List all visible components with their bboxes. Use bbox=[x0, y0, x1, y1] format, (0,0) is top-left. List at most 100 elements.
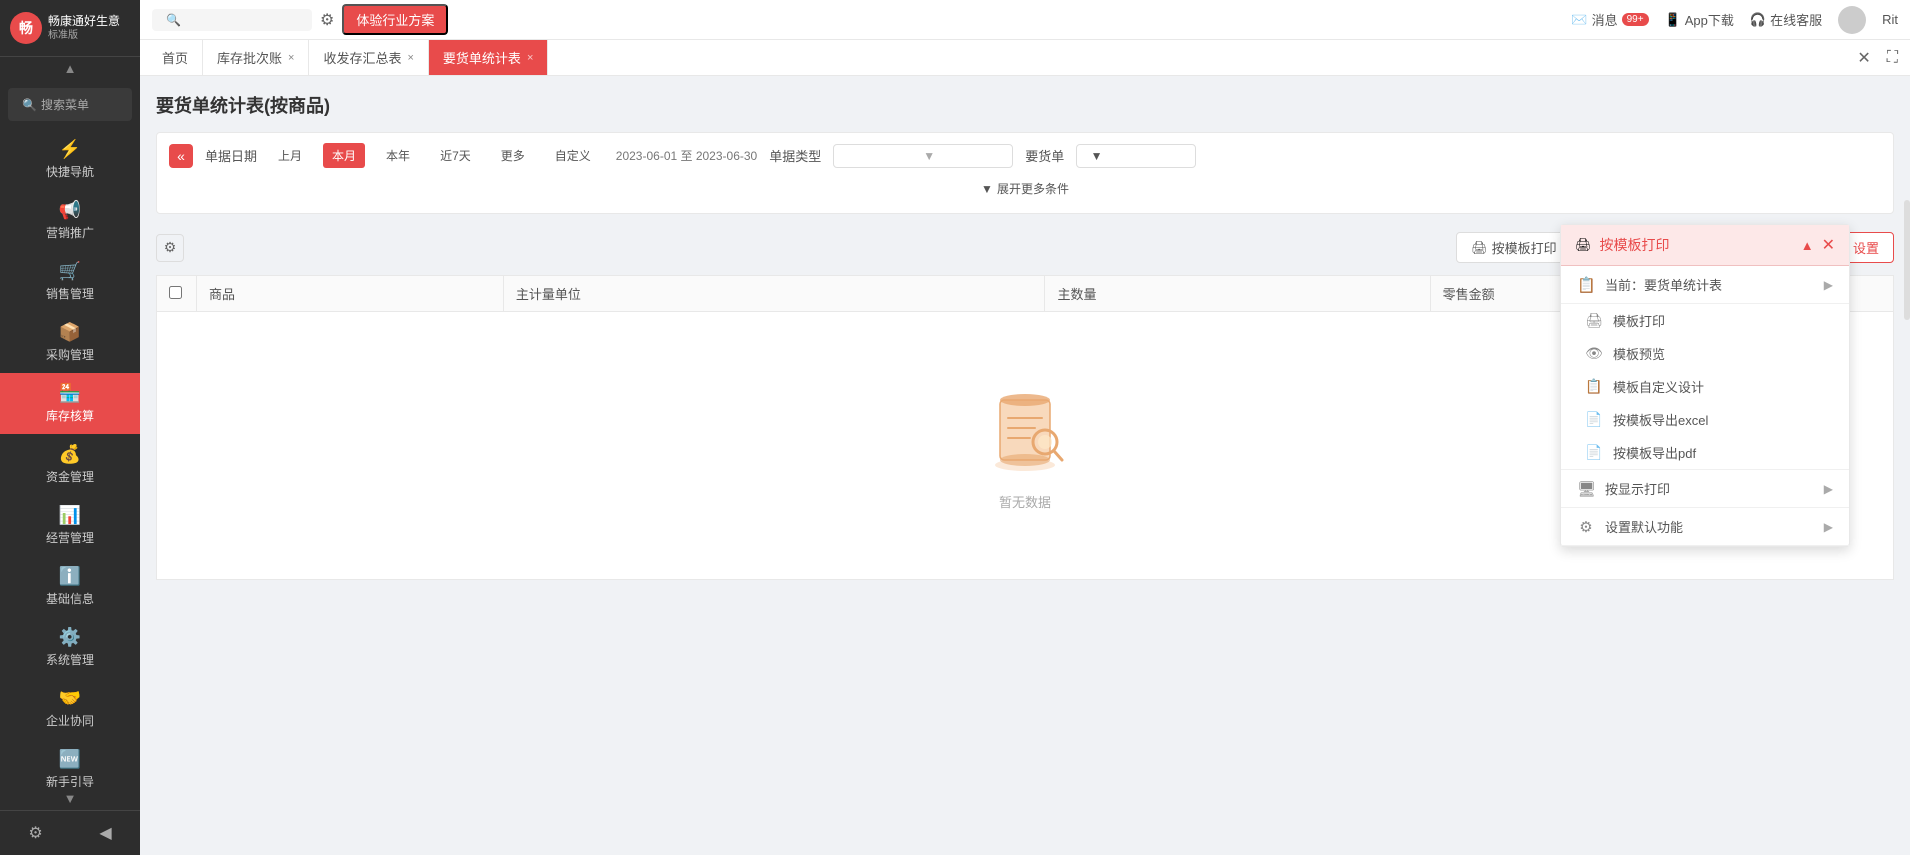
date-prev-month-btn[interactable]: 上月 bbox=[269, 143, 311, 168]
customer-service-label: 在线客服 bbox=[1770, 10, 1822, 29]
default-func-icon: ⚙ bbox=[1577, 518, 1595, 536]
print-current-label: 当前：要货单统计表 bbox=[1605, 275, 1814, 294]
sidebar-settings-btn[interactable]: ⚙ bbox=[20, 819, 50, 847]
print-dropdown: 🖨 按模板打印 ▲ ✕ 📋 当前：要货单统计表 ▶ 🖨 模板打印 👁 bbox=[1560, 224, 1850, 547]
sidebar-nav: ⚡ 快捷导航 📢 营销推广 🛒 销售管理 📦 采购管理 🏪 库存核算 💰 资金管… bbox=[0, 129, 140, 787]
sidebar-bottom: ⚙ ◀ bbox=[0, 810, 140, 855]
filter-row: « 单据日期 上月 本月 本年 近7天 更多 自定义 2023-06-01 至 … bbox=[169, 143, 1881, 168]
sidebar-logo: 畅 畅康通好生意 标准版 bbox=[0, 0, 140, 57]
date-more-btn[interactable]: 更多 bbox=[492, 143, 534, 168]
type-select-value bbox=[844, 149, 923, 163]
expand-more-btn[interactable]: ▼ 展开更多条件 bbox=[169, 174, 1881, 203]
sidebar-item-operation[interactable]: 📊 经营管理 bbox=[0, 495, 140, 556]
date-last7days-btn[interactable]: 近7天 bbox=[431, 143, 480, 168]
date-custom-btn[interactable]: 自定义 bbox=[546, 143, 600, 168]
message-label: 消息 bbox=[1592, 10, 1618, 29]
col-qty: 主数量 bbox=[1045, 276, 1430, 312]
app-download-btn[interactable]: 📱 App下载 bbox=[1665, 10, 1734, 29]
template-export-pdf-icon: 📄 bbox=[1585, 444, 1603, 461]
table-settings-gear[interactable]: ⚙ bbox=[156, 234, 184, 262]
sidebar-item-finance[interactable]: 💰 资金管理 bbox=[0, 434, 140, 495]
sidebar-item-collab[interactable]: 🤝 企业协同 bbox=[0, 678, 140, 739]
basic-icon: ℹ️ bbox=[59, 566, 81, 587]
print-dropdown-up-icon[interactable]: ▲ bbox=[1801, 238, 1814, 253]
main-area: 🔍 ⚙ 体验行业方案 ✉️ 消息 99+ 📱 App下载 🎧 在线客服 Rit bbox=[140, 0, 1910, 855]
sidebar-item-sales[interactable]: 🛒 销售管理 bbox=[0, 251, 140, 312]
display-print-icon: 🖥 bbox=[1577, 480, 1595, 498]
type-select[interactable]: ▼ bbox=[833, 144, 1013, 168]
topbar-search[interactable]: 🔍 bbox=[152, 9, 312, 31]
col-goods: 商品 bbox=[197, 276, 504, 312]
tab-collection-summary-label: 收发存汇总表 bbox=[323, 48, 401, 67]
sidebar-item-marketing[interactable]: 📢 营销推广 bbox=[0, 190, 140, 251]
expand-more-label: 展开更多条件 bbox=[997, 180, 1069, 197]
template-export-pdf-label: 按模板导出pdf bbox=[1613, 443, 1696, 462]
sidebar-item-label: 资金管理 bbox=[46, 468, 94, 485]
gear-icon: ⚙ bbox=[164, 239, 177, 256]
sidebar-item-label: 基础信息 bbox=[46, 590, 94, 607]
app-download-label: App下载 bbox=[1685, 10, 1734, 29]
customer-service-btn[interactable]: 🎧 在线客服 bbox=[1750, 10, 1822, 29]
sidebar-collapse-btn[interactable]: ◀ bbox=[91, 819, 119, 847]
marketing-icon: 📢 bbox=[59, 200, 81, 221]
template-design-item[interactable]: 📋 模板自定义设计 bbox=[1561, 370, 1849, 403]
sidebar-scroll-up[interactable]: ▲ bbox=[0, 57, 140, 80]
sidebar-item-basic[interactable]: ℹ️ 基础信息 bbox=[0, 556, 140, 617]
order-type-filter-label: 要货单 bbox=[1025, 146, 1064, 165]
print-current-item[interactable]: 📋 当前：要货单统计表 ▶ bbox=[1561, 266, 1849, 303]
tag-select[interactable]: ▼ bbox=[1076, 144, 1196, 168]
date-this-year-btn[interactable]: 本年 bbox=[377, 143, 419, 168]
topbar-right: ✉️ 消息 99+ 📱 App下载 🎧 在线客服 Rit bbox=[1571, 6, 1898, 34]
search-icon: 🔍 bbox=[22, 98, 37, 112]
tab-close-all-btn[interactable]: ✕ bbox=[1853, 44, 1874, 72]
tab-collection-summary-close[interactable]: × bbox=[407, 52, 413, 64]
tab-batch-account[interactable]: 库存批次账 × bbox=[203, 40, 309, 75]
template-export-excel-item[interactable]: 📄 按模板导出excel bbox=[1561, 403, 1849, 436]
system-icon: ⚙️ bbox=[59, 627, 81, 648]
tab-collection-summary[interactable]: 收发存汇总表 × bbox=[309, 40, 428, 75]
template-export-pdf-item[interactable]: 📄 按模板导出pdf bbox=[1561, 436, 1849, 469]
default-func-label: 设置默认功能 bbox=[1605, 517, 1814, 536]
sidebar-item-guide[interactable]: 🆕 新手引导 bbox=[0, 739, 140, 787]
operation-icon: 📊 bbox=[59, 505, 81, 526]
promo-btn[interactable]: 体验行业方案 bbox=[342, 4, 448, 35]
sales-icon: 🛒 bbox=[59, 261, 81, 282]
print-dropdown-close-icon[interactable]: ✕ bbox=[1822, 235, 1835, 255]
resize-bar[interactable] bbox=[1904, 200, 1910, 320]
default-func-item[interactable]: ⚙ 设置默认功能 ▶ bbox=[1561, 508, 1849, 545]
filter-collapse-btn[interactable]: « bbox=[169, 144, 193, 168]
tab-home[interactable]: 首页 bbox=[148, 40, 203, 75]
sidebar-item-quick-nav[interactable]: ⚡ 快捷导航 bbox=[0, 129, 140, 190]
sidebar-item-system[interactable]: ⚙️ 系统管理 bbox=[0, 617, 140, 678]
date-range-display: 2023-06-01 至 2023-06-30 bbox=[616, 147, 757, 164]
select-all-checkbox[interactable] bbox=[169, 286, 182, 299]
collapse-icon: ◀ bbox=[99, 825, 111, 842]
print-dropdown-header: 🖨 按模板打印 ▲ ✕ bbox=[1561, 225, 1849, 266]
tab-order-stats-close[interactable]: × bbox=[527, 52, 533, 64]
message-btn[interactable]: ✉️ 消息 99+ bbox=[1571, 10, 1648, 29]
template-print-item[interactable]: 🖨 模板打印 bbox=[1561, 304, 1849, 337]
template-preview-item[interactable]: 👁 模板预览 bbox=[1561, 337, 1849, 370]
tab-batch-account-close[interactable]: × bbox=[288, 52, 294, 64]
display-print-label: 按显示打印 bbox=[1605, 479, 1814, 498]
tab-batch-account-label: 库存批次账 bbox=[217, 48, 282, 67]
user-avatar bbox=[1838, 6, 1866, 34]
print-dropdown-title: 按模板打印 bbox=[1600, 235, 1793, 255]
default-func-section: ⚙ 设置默认功能 ▶ bbox=[1561, 508, 1849, 546]
sidebar-item-label: 快捷导航 bbox=[46, 163, 94, 180]
logo-text: 畅康通好生意 标准版 bbox=[48, 14, 120, 43]
inventory-icon: 🏪 bbox=[59, 383, 81, 404]
date-this-month-btn[interactable]: 本月 bbox=[323, 143, 365, 168]
tab-expand-btn[interactable]: ⛶ bbox=[1883, 45, 1902, 71]
tab-home-label: 首页 bbox=[162, 48, 188, 67]
print-current-arrow: ▶ bbox=[1824, 278, 1833, 292]
sidebar-search[interactable]: 🔍 搜索菜单 bbox=[8, 88, 132, 121]
display-print-item[interactable]: 🖥 按显示打印 ▶ bbox=[1561, 470, 1849, 507]
sidebar-item-inventory[interactable]: 🏪 库存核算 bbox=[0, 373, 140, 434]
close-icon: ✕ bbox=[1857, 50, 1870, 67]
tab-order-stats[interactable]: 要货单统计表 × bbox=[429, 40, 548, 75]
empty-text: 暂无数据 bbox=[999, 492, 1051, 511]
sidebar-scroll-down[interactable]: ▼ bbox=[0, 787, 140, 810]
sidebar-item-purchase[interactable]: 📦 采购管理 bbox=[0, 312, 140, 373]
topbar-gear-btn[interactable]: ⚙ bbox=[320, 10, 334, 30]
